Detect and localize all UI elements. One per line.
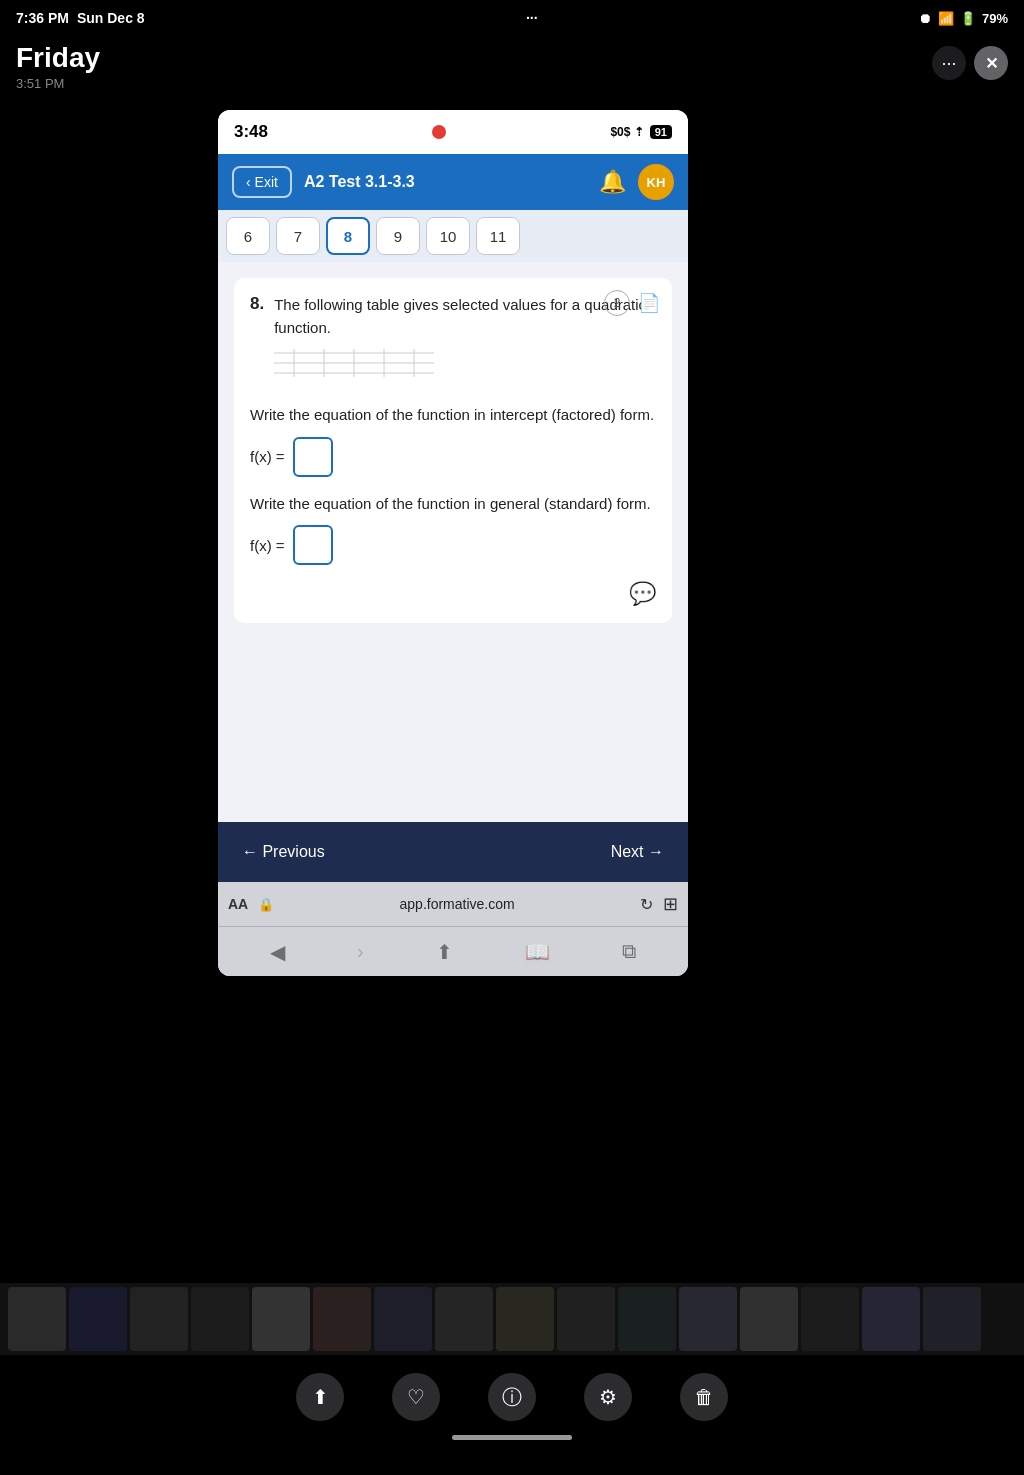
previous-button[interactable]: ← Previous: [242, 843, 325, 861]
thumbnail[interactable]: [191, 1287, 249, 1351]
app-status-bar: 3:48 $0$ ⇡ 91: [218, 110, 688, 154]
thumbnail[interactable]: [69, 1287, 127, 1351]
signal-status: $0$ ⇡: [610, 125, 643, 139]
clip-icon: 📄: [638, 292, 660, 314]
thumbnail[interactable]: [374, 1287, 432, 1351]
trash-action-button[interactable]: 🗑: [680, 1373, 728, 1421]
answer-input-2[interactable]: [293, 525, 333, 565]
browser-bar: AA 🔒 app.formative.com ↻ ⊞: [218, 882, 688, 926]
app-container: 3:48 $0$ ⇡ 91 ‹ Exit A2 Test 3.1-3.3 🔔 K…: [218, 110, 688, 976]
status-dots: ···: [526, 10, 538, 26]
status-right: ⏺ 📶 🔋 79%: [919, 11, 1008, 26]
question-card: 2 📄 8. The following table gives selecte…: [234, 278, 672, 623]
comment-icon[interactable]: 💬: [629, 581, 656, 607]
heart-action-button[interactable]: ♡: [392, 1373, 440, 1421]
thumbnail[interactable]: [923, 1287, 981, 1351]
home-indicator: [452, 1435, 572, 1440]
thumbnail[interactable]: [435, 1287, 493, 1351]
sub-question-2: Write the equation of the function in ge…: [250, 493, 656, 566]
browser-url[interactable]: app.formative.com: [284, 896, 630, 912]
friday-header: Friday 3:51 PM ··· ✕: [0, 36, 1024, 96]
status-time: 7:36 PM: [16, 10, 69, 26]
thumbnail[interactable]: [862, 1287, 920, 1351]
answer-label-2: f(x) =: [250, 537, 285, 554]
scan-icon[interactable]: ⊞: [663, 893, 678, 915]
question-tab-8[interactable]: 8: [326, 217, 370, 255]
question-tab-6[interactable]: 6: [226, 217, 270, 255]
thumbnail[interactable]: [313, 1287, 371, 1351]
close-button[interactable]: ✕: [974, 46, 1008, 80]
thumbnail[interactable]: [496, 1287, 554, 1351]
thumbnail[interactable]: [130, 1287, 188, 1351]
next-button[interactable]: Next →: [611, 843, 664, 861]
lock-icon: 🔒: [258, 897, 274, 912]
answer-row-1: f(x) =: [250, 437, 656, 477]
question-number: 8.: [250, 294, 264, 388]
answer-label-1: f(x) =: [250, 448, 285, 465]
attempt-badge: 2: [604, 290, 630, 316]
bookmarks-button[interactable]: 📖: [525, 940, 550, 964]
thumbnail[interactable]: [740, 1287, 798, 1351]
browser-controls: ◀ › ⬆ 📖 ⧉: [218, 926, 688, 976]
table-placeholder: [274, 349, 656, 380]
refresh-icon[interactable]: ↻: [640, 895, 653, 914]
answer-input-1[interactable]: [293, 437, 333, 477]
forward-button[interactable]: ›: [357, 940, 364, 963]
wifi-badge: 91: [650, 125, 672, 139]
friday-title: Friday: [16, 42, 100, 74]
nav-title: A2 Test 3.1-3.3: [304, 173, 587, 191]
browser-aa[interactable]: AA: [228, 896, 248, 912]
thumbnail[interactable]: [557, 1287, 615, 1351]
question-tab-9[interactable]: 9: [376, 217, 420, 255]
status-bar: 7:36 PM Sun Dec 8 ··· ⏺ 📶 🔋 79%: [0, 0, 1024, 36]
question-tab-10[interactable]: 10: [426, 217, 470, 255]
card-top-right: 2 📄: [604, 290, 660, 316]
question-tabs: 6 7 8 9 10 11: [218, 210, 688, 262]
app-time: 3:48: [234, 122, 268, 142]
bell-icon[interactable]: 🔔: [599, 169, 626, 195]
question-text: The following table gives selected value…: [274, 294, 656, 339]
nav-bar: ‹ Exit A2 Test 3.1-3.3 🔔 KH: [218, 154, 688, 210]
battery-icon: 🔋: [960, 11, 976, 26]
status-left: 7:36 PM Sun Dec 8: [16, 10, 145, 26]
tabs-button[interactable]: ⧉: [622, 940, 636, 963]
thumbnails-row: [0, 1283, 1024, 1355]
recording-dot: [432, 125, 446, 139]
bottom-icons-row: ⬆ ♡ ⓘ ⚙ 🗑: [296, 1373, 728, 1421]
share-action-button[interactable]: ⬆: [296, 1373, 344, 1421]
nav-footer: ← Previous Next →: [218, 822, 688, 882]
question-tab-7[interactable]: 7: [276, 217, 320, 255]
thumbnail[interactable]: [801, 1287, 859, 1351]
sub-question-1-text: Write the equation of the function in in…: [250, 404, 656, 427]
friday-subtitle: 3:51 PM: [16, 76, 100, 91]
sub-question-1: Write the equation of the function in in…: [250, 404, 656, 477]
thumbnail[interactable]: [679, 1287, 737, 1351]
thumbnail[interactable]: [252, 1287, 310, 1351]
share-button[interactable]: ⬆: [436, 940, 453, 964]
comment-icon-row: 💬: [250, 581, 656, 607]
filter-action-button[interactable]: ⚙: [584, 1373, 632, 1421]
avatar: KH: [638, 164, 674, 200]
info-action-button[interactable]: ⓘ: [488, 1373, 536, 1421]
thumbnail[interactable]: [618, 1287, 676, 1351]
bottom-action-bar: ⬆ ♡ ⓘ ⚙ 🗑: [0, 1355, 1024, 1475]
sub-question-2-text: Write the equation of the function in ge…: [250, 493, 656, 516]
question-content: 2 📄 8. The following table gives selecte…: [218, 262, 688, 822]
wifi-icon: 📶: [938, 11, 954, 26]
friday-title-block: Friday 3:51 PM: [16, 42, 100, 91]
question-tab-11[interactable]: 11: [476, 217, 520, 255]
answer-row-2: f(x) =: [250, 525, 656, 565]
back-button[interactable]: ◀: [270, 940, 285, 964]
thumbnail[interactable]: [8, 1287, 66, 1351]
app-status-right: $0$ ⇡ 91: [610, 125, 672, 139]
friday-controls: ··· ✕: [932, 46, 1008, 80]
battery-pct: 79%: [982, 11, 1008, 26]
exit-button[interactable]: ‹ Exit: [232, 166, 292, 198]
status-date: Sun Dec 8: [77, 10, 145, 26]
more-options-button[interactable]: ···: [932, 46, 966, 80]
record-icon: ⏺: [919, 11, 932, 26]
